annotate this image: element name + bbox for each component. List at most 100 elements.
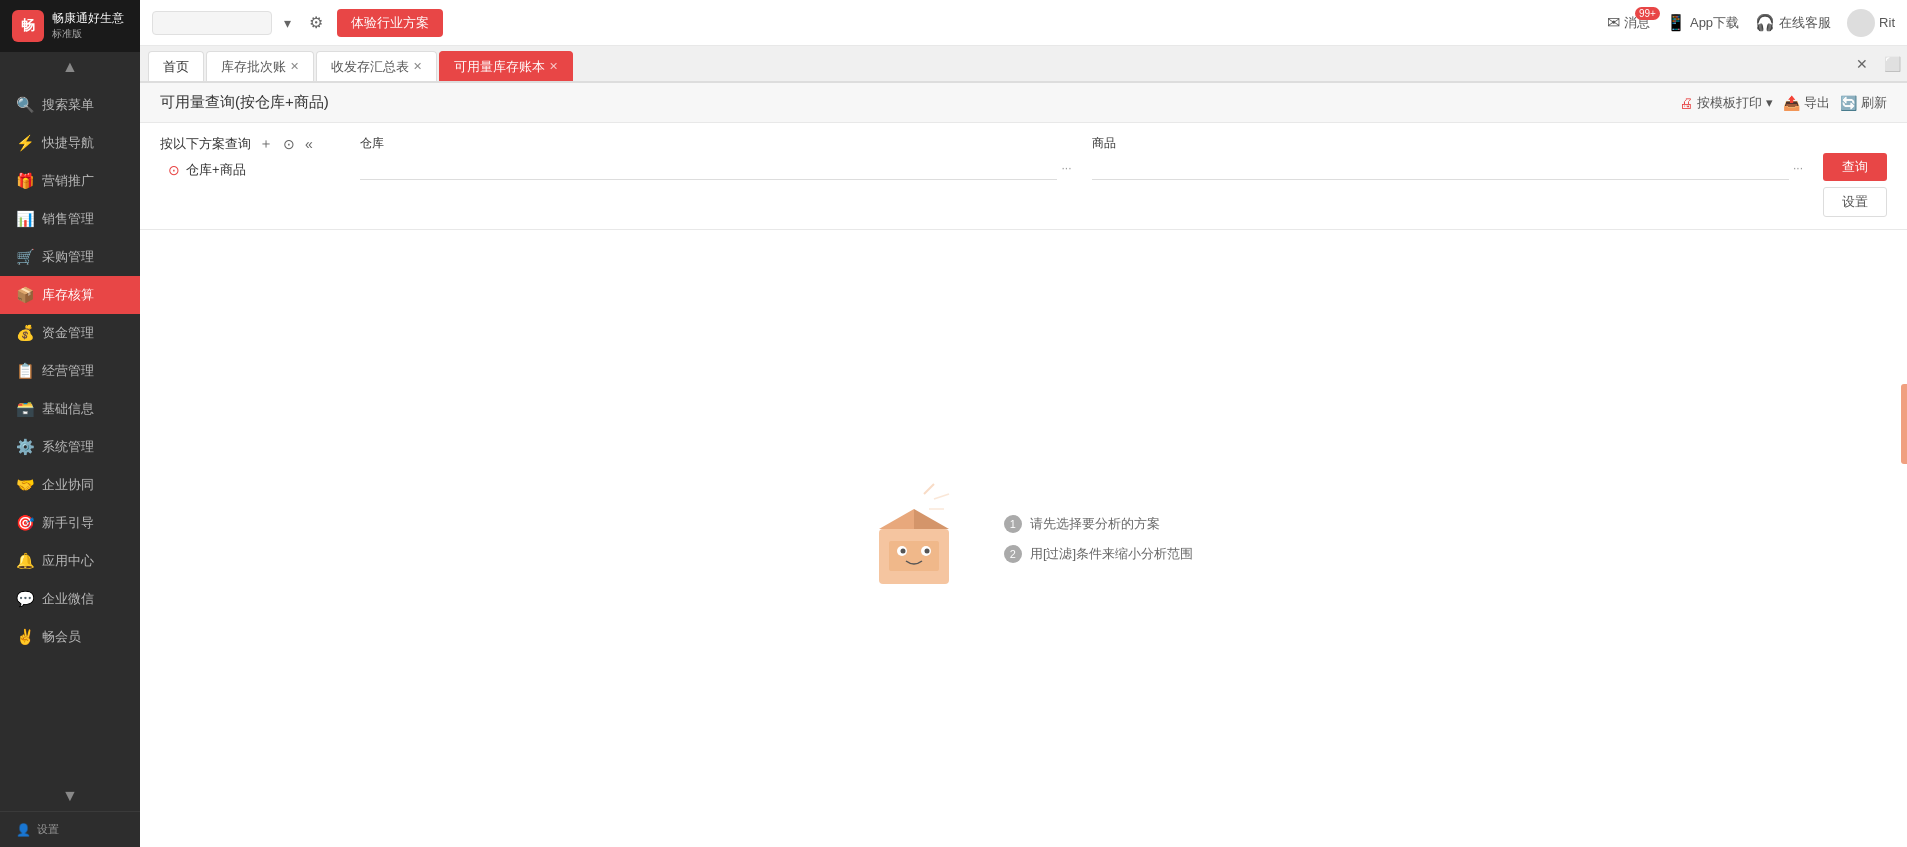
filter-section-label: 按以下方案查询 ＋ ⊙ « <box>160 135 340 153</box>
sidebar-item-purchase[interactable]: 🛒 采购管理 <box>0 238 140 276</box>
online-service-btn[interactable]: 🎧 在线客服 <box>1755 13 1831 32</box>
product-input-row: ··· <box>1092 156 1804 180</box>
refresh-btn[interactable]: 🔄 刷新 <box>1840 94 1887 112</box>
sidebar-item-sales[interactable]: 📊 销售管理 <box>0 200 140 238</box>
product-more-btn[interactable]: ··· <box>1793 161 1803 175</box>
message-icon: ✉ <box>1607 13 1620 32</box>
sidebar-item-label: 库存核算 <box>42 286 94 304</box>
sidebar-item-basic[interactable]: 🗃️ 基础信息 <box>0 390 140 428</box>
tip-text-2: 用[过滤]条件来缩小分析范围 <box>1030 545 1193 563</box>
sidebar-item-management[interactable]: 📋 经营管理 <box>0 352 140 390</box>
gift-icon: 🎁 <box>16 172 34 190</box>
tab-home-label: 首页 <box>163 58 189 76</box>
gear-icon: ⚙️ <box>16 438 34 456</box>
window-controls: ✕ ⬜ <box>1847 46 1907 82</box>
sidebar-item-member[interactable]: ✌️ 畅会员 <box>0 618 140 656</box>
sidebar-item-label: 快捷导航 <box>42 134 94 152</box>
filter-settings-btn[interactable]: ⊙ <box>281 136 297 152</box>
sidebar-item-finance[interactable]: 💰 资金管理 <box>0 314 140 352</box>
sidebar-item-search[interactable]: 🔍 搜索菜单 <box>0 86 140 124</box>
filter-left: 按以下方案查询 ＋ ⊙ « ⊙ 仓库+商品 <box>160 135 340 183</box>
right-scroll-indicator <box>1901 384 1907 464</box>
print-btn[interactable]: 🖨 按模板打印 ▾ <box>1679 94 1773 112</box>
sidebar-item-label: 销售管理 <box>42 210 94 228</box>
app-download-btn[interactable]: 📱 App下载 <box>1666 13 1739 32</box>
tab-summary-close[interactable]: ✕ <box>413 60 422 73</box>
tabbar: 首页 库存批次账 ✕ 收发存汇总表 ✕ 可用量库存账本 ✕ <box>140 46 1907 82</box>
empty-tip-2: 2 用[过滤]条件来缩小分析范围 <box>1004 545 1193 563</box>
chart-icon: 📊 <box>16 210 34 228</box>
sidebar-footer: 👤 设置 <box>0 811 140 847</box>
sidebar-badge: 标准版 <box>52 27 124 41</box>
tabbar-wrapper: 首页 库存批次账 ✕ 收发存汇总表 ✕ 可用量库存账本 ✕ ✕ ⬜ <box>140 46 1907 83</box>
empty-illustration <box>854 479 974 599</box>
sidebar-item-wxwork[interactable]: 💬 企业微信 <box>0 580 140 618</box>
export-btn[interactable]: 📤 导出 <box>1783 94 1830 112</box>
user-avatar-small: 👤 <box>16 823 31 837</box>
sidebar: 畅 畅康通好生意 标准版 ▲ 🔍 搜索菜单 ⚡ 快捷导航 🎁 营销推广 📊 销售… <box>0 0 140 847</box>
avatar <box>1847 9 1875 37</box>
print-icon: 🖨 <box>1679 95 1693 111</box>
topbar-actions: ✉ 消息 99+ 📱 App下载 🎧 在线客服 Rit <box>1607 9 1895 37</box>
tab-home[interactable]: 首页 <box>148 51 204 81</box>
sidebar-scroll-down[interactable]: ▼ <box>0 781 140 811</box>
topbar-search-input[interactable] <box>152 11 272 35</box>
svg-line-9 <box>934 494 949 499</box>
target-icon: 🎯 <box>16 514 34 532</box>
message-badge: 99+ <box>1635 7 1660 20</box>
filter-add-btn[interactable]: ＋ <box>257 135 275 153</box>
topbar: ▾ ⚙ 体验行业方案 ✉ 消息 99+ 📱 App下载 🎧 在线客服 Rit <box>140 0 1907 46</box>
settings-btn[interactable]: 设置 <box>1823 187 1887 217</box>
sidebar-item-system[interactable]: ⚙️ 系统管理 <box>0 428 140 466</box>
refresh-icon: 🔄 <box>1840 95 1857 111</box>
sidebar-item-label: 企业微信 <box>42 590 94 608</box>
box-icon: 📦 <box>16 286 34 304</box>
warehouse-input[interactable] <box>360 156 1057 180</box>
topbar-gear-btn[interactable]: ⚙ <box>303 11 329 34</box>
flash-icon: ⚡ <box>16 134 34 152</box>
sidebar-item-inventory[interactable]: 📦 库存核算 <box>0 276 140 314</box>
page-title: 可用量查询(按仓库+商品) <box>160 93 329 112</box>
empty-tips: 1 请先选择要分析的方案 2 用[过滤]条件来缩小分析范围 <box>1004 515 1193 563</box>
sidebar-item-quicknav[interactable]: ⚡ 快捷导航 <box>0 124 140 162</box>
tab-batchledger-close[interactable]: ✕ <box>290 60 299 73</box>
sidebar-item-label: 企业协同 <box>42 476 94 494</box>
sidebar-item-label: 系统管理 <box>42 438 94 456</box>
query-btn[interactable]: 查询 <box>1823 153 1887 181</box>
sidebar-item-marketing[interactable]: 🎁 营销推广 <box>0 162 140 200</box>
search-icon: 🔍 <box>16 96 34 114</box>
filter-field-warehouse: 仓库 ··· <box>360 135 1072 180</box>
tab-available-close[interactable]: ✕ <box>549 60 558 73</box>
tip-number-1: 1 <box>1004 515 1022 533</box>
print-dropdown-icon[interactable]: ▾ <box>1766 95 1773 110</box>
bell-icon: 🔔 <box>16 552 34 570</box>
window-maximize-btn[interactable]: ⬜ <box>1877 46 1907 82</box>
product-field-label: 商品 <box>1092 135 1804 152</box>
sidebar-scroll-up[interactable]: ▲ <box>0 52 140 82</box>
svg-marker-2 <box>914 509 949 529</box>
svg-point-7 <box>924 548 929 553</box>
tab-summary[interactable]: 收发存汇总表 ✕ <box>316 51 437 81</box>
tab-batchledger-label: 库存批次账 <box>221 58 286 76</box>
topbar-dropdown-btn[interactable]: ▾ <box>280 13 295 33</box>
filter-scheme-item[interactable]: ⊙ 仓库+商品 <box>160 157 340 183</box>
sidebar-item-enterprise[interactable]: 🤝 企业协同 <box>0 466 140 504</box>
sidebar-item-label: 资金管理 <box>42 324 94 342</box>
industry-solution-btn[interactable]: 体验行业方案 <box>337 9 443 37</box>
print-label: 按模板打印 <box>1697 94 1762 112</box>
warehouse-more-btn[interactable]: ··· <box>1061 161 1071 175</box>
tab-summary-label: 收发存汇总表 <box>331 58 409 76</box>
sidebar-item-guide[interactable]: 🎯 新手引导 <box>0 504 140 542</box>
filter-collapse-btn[interactable]: « <box>303 136 315 152</box>
clipboard-icon: 📋 <box>16 362 34 380</box>
tab-available-label: 可用量库存账本 <box>454 58 545 76</box>
message-btn[interactable]: ✉ 消息 99+ <box>1607 13 1650 32</box>
sidebar-item-appstore[interactable]: 🔔 应用中心 <box>0 542 140 580</box>
sidebar-item-label: 经营管理 <box>42 362 94 380</box>
svg-line-8 <box>924 484 934 494</box>
tab-batchledger[interactable]: 库存批次账 ✕ <box>206 51 314 81</box>
user-btn[interactable]: Rit <box>1847 9 1895 37</box>
product-input[interactable] <box>1092 156 1789 180</box>
tab-available[interactable]: 可用量库存账本 ✕ <box>439 51 573 81</box>
window-close-btn[interactable]: ✕ <box>1847 46 1877 82</box>
